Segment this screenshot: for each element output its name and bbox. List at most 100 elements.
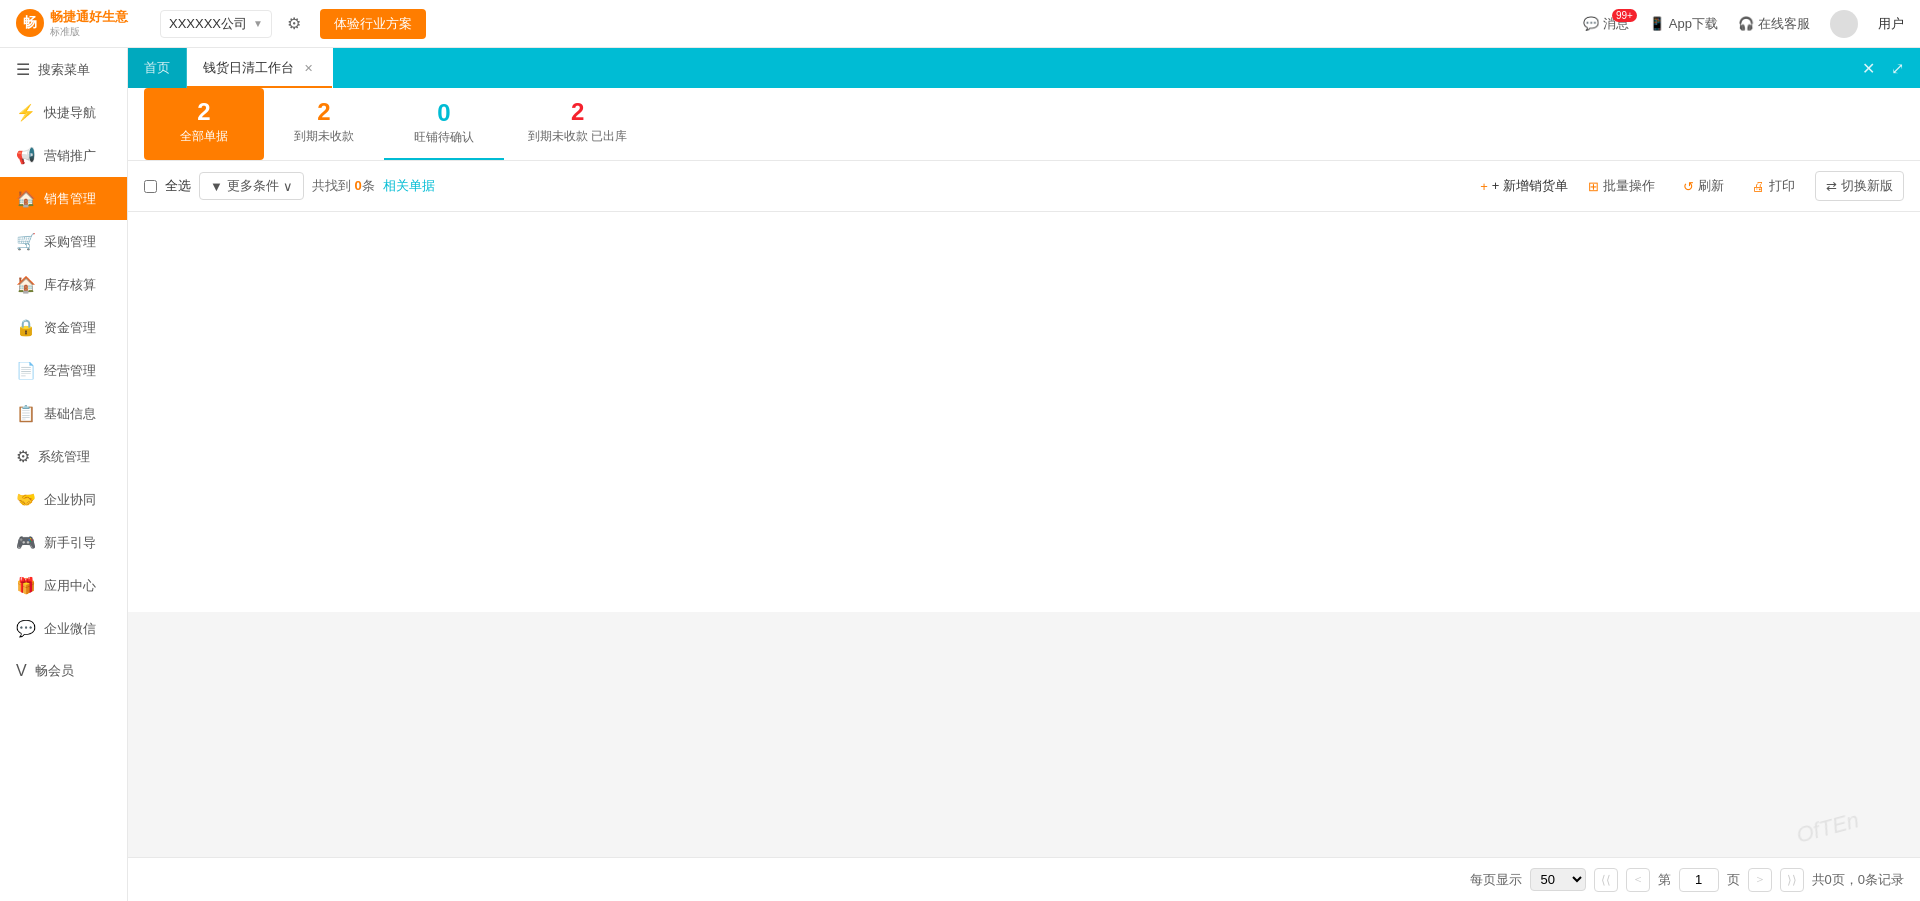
stat-overdue-shipped[interactable]: 2 到期未收款 已出库 (504, 88, 651, 160)
sidebar-label-9: 系统管理 (38, 448, 90, 466)
print-button[interactable]: 🖨 打印 (1744, 173, 1803, 199)
next-page-button[interactable]: ＞ (1748, 868, 1772, 892)
main-content: 2 全部单据 2 到期未收款 0 旺铺待确认 2 到期未收款 已出库 全选 ▼ … (128, 88, 1920, 901)
count-value: 0 (355, 178, 362, 193)
batch-label: 批量操作 (1603, 177, 1655, 195)
messages-button[interactable]: 💬 消息 99+ (1583, 15, 1629, 33)
chevron-down-icon: ▼ (253, 18, 263, 29)
sidebar-item-8[interactable]: 📋基础信息 (0, 392, 127, 435)
stat-overdue-uncollected[interactable]: 2 到期未收款 (264, 88, 384, 160)
sidebar-label-10: 企业协同 (44, 491, 96, 509)
select-all-checkbox[interactable] (144, 180, 157, 193)
switch-new-version-button[interactable]: ⇄ 切换新版 (1815, 171, 1904, 201)
stat-overdue-shipped-number: 2 (571, 100, 584, 124)
select-all-label: 全选 (165, 177, 191, 195)
sidebar: ☰ 搜索菜单 ⚡快捷导航 📢 营销推广 🏠销售管理 🛒 采购管理 🏠库存核算🔒资金管理📄经营管理… (0, 48, 128, 901)
sidebar-label-8: 基础信息 (44, 405, 96, 423)
logo-icon: 畅 (16, 9, 44, 37)
sidebar-item-13[interactable]: 💬企业微信 (0, 607, 127, 650)
toolbar-left: 全选 ▼ 更多条件 ∨ 共找到 0条 相关单据 (144, 172, 1472, 200)
settings-button[interactable]: ⚙ (280, 10, 308, 38)
print-label: 打印 (1769, 177, 1795, 195)
stats-row: 2 全部单据 2 到期未收款 0 旺铺待确认 2 到期未收款 已出库 (128, 88, 1920, 161)
sidebar-icon-12: 🎁 (16, 576, 36, 595)
stat-wangpu-label: 旺铺待确认 (414, 129, 474, 146)
stat-all-number: 2 (197, 100, 210, 124)
first-page-button[interactable]: ⟨⟨ (1594, 868, 1618, 892)
sidebar-icon-3: 🏠 (16, 189, 36, 208)
app-download-button[interactable]: 📱 App下载 (1649, 15, 1718, 33)
user-avatar[interactable] (1830, 10, 1858, 38)
sidebar-icon-0: ☰ (16, 60, 30, 79)
last-page-button[interactable]: ⟩⟩ (1780, 868, 1804, 892)
tab-actions: ✕ ⤢ (1846, 48, 1920, 88)
sidebar-item-1[interactable]: ⚡快捷导航 (0, 91, 127, 134)
sidebar-icon-5: 🏠 (16, 275, 36, 294)
related-orders-button[interactable]: 相关单据 (383, 177, 435, 195)
page-input[interactable] (1679, 868, 1719, 892)
sidebar-label-0: 搜索菜单 (38, 61, 90, 79)
experience-button[interactable]: 体验行业方案 (320, 9, 426, 39)
count-text: 共找到 0条 (312, 177, 375, 195)
sidebar-icon-10: 🤝 (16, 490, 36, 509)
logo-main-text: 畅捷通好生意 (50, 9, 128, 26)
per-page-select[interactable]: 50 100 200 (1530, 868, 1586, 891)
sidebar-icon-14: V (16, 662, 27, 680)
sidebar-icon-9: ⚙ (16, 447, 30, 466)
pagination-bar: 每页显示 50 100 200 ⟨⟨ ＜ 第 页 ＞ ⟩⟩ 共0页，0条记录 (128, 857, 1920, 901)
sidebar-label-14: 畅会员 (35, 662, 74, 680)
online-service-label: 在线客服 (1758, 15, 1810, 33)
online-service-button[interactable]: 🎧 在线客服 (1738, 15, 1810, 33)
sidebar-item-12[interactable]: 🎁 应用中心 (0, 564, 127, 607)
more-filter-button[interactable]: ▼ 更多条件 ∨ (199, 172, 304, 200)
add-sales-order-button[interactable]: + + 新增销货单 (1480, 177, 1568, 195)
service-icon: 🎧 (1738, 16, 1754, 31)
sidebar-label-4: 采购管理 (44, 233, 96, 251)
sidebar-item-9[interactable]: ⚙ 系统管理 (0, 435, 127, 478)
sidebar-label-2: 营销推广 (44, 147, 96, 165)
batch-operation-button[interactable]: ⊞ 批量操作 (1580, 173, 1663, 199)
refresh-icon: ↺ (1683, 179, 1694, 194)
header-right: 💬 消息 99+ 📱 App下载 🎧 在线客服 用户 (1583, 10, 1904, 38)
sidebar-label-12: 应用中心 (44, 577, 96, 595)
company-selector[interactable]: XXXXXX公司 ▼ (160, 10, 272, 38)
sidebar-item-7[interactable]: 📄经营管理 (0, 349, 127, 392)
refresh-label: 刷新 (1698, 177, 1724, 195)
filter-label: 更多条件 (227, 177, 279, 195)
sidebar-item-14[interactable]: V 畅会员 (0, 650, 127, 692)
stat-all[interactable]: 2 全部单据 (144, 88, 264, 160)
sidebar-icon-1: ⚡ (16, 103, 36, 122)
sidebar-item-3[interactable]: 🏠销售管理 (0, 177, 127, 220)
logo-area: 畅 畅捷通好生意 标准版 (16, 9, 144, 39)
tab-home[interactable]: 首页 (128, 48, 187, 88)
sidebar-item-11[interactable]: 🎮新手引导 (0, 521, 127, 564)
sidebar-item-4[interactable]: 🛒 采购管理 (0, 220, 127, 263)
refresh-button[interactable]: ↺ 刷新 (1675, 173, 1732, 199)
add-icon: + (1480, 179, 1488, 194)
sidebar-item-5[interactable]: 🏠库存核算 (0, 263, 127, 306)
toolbar: 全选 ▼ 更多条件 ∨ 共找到 0条 相关单据 + + 新增销货单 ⊞ 批量操作… (128, 161, 1920, 212)
total-info: 共0页，0条记录 (1812, 871, 1904, 889)
tab-close-icon[interactable]: ✕ (300, 60, 316, 76)
home-tab-label: 首页 (144, 59, 170, 77)
company-name: XXXXXX公司 (169, 15, 247, 33)
prev-page-button[interactable]: ＜ (1626, 868, 1650, 892)
chevron-icon: ∨ (283, 179, 293, 194)
sidebar-label-6: 资金管理 (44, 319, 96, 337)
toolbar-right: + + 新增销货单 ⊞ 批量操作 ↺ 刷新 🖨 打印 ⇄ 切换新版 (1480, 171, 1904, 201)
sidebar-item-6[interactable]: 🔒资金管理 (0, 306, 127, 349)
print-icon: 🖨 (1752, 179, 1765, 194)
tab-maximize-icon[interactable]: ⤢ (1887, 55, 1908, 82)
sidebar-icon-11: 🎮 (16, 533, 36, 552)
sidebar-item-0[interactable]: ☰ 搜索菜单 (0, 48, 127, 91)
batch-icon: ⊞ (1588, 179, 1599, 194)
sidebar-item-2[interactable]: 📢 营销推广 (0, 134, 127, 177)
stat-wangpu[interactable]: 0 旺铺待确认 (384, 88, 504, 160)
sidebar-item-10[interactable]: 🤝 企业协同 (0, 478, 127, 521)
tab-qianhuoriging[interactable]: 钱货日清工作台 ✕ (187, 48, 333, 88)
sidebar-icon-4: 🛒 (16, 232, 36, 251)
switch-label: 切换新版 (1841, 177, 1893, 195)
tab-minimize-icon[interactable]: ✕ (1858, 55, 1879, 82)
sidebar-icon-2: 📢 (16, 146, 36, 165)
tab-bar: 首页 钱货日清工作台 ✕ ✕ ⤢ (128, 48, 1920, 88)
